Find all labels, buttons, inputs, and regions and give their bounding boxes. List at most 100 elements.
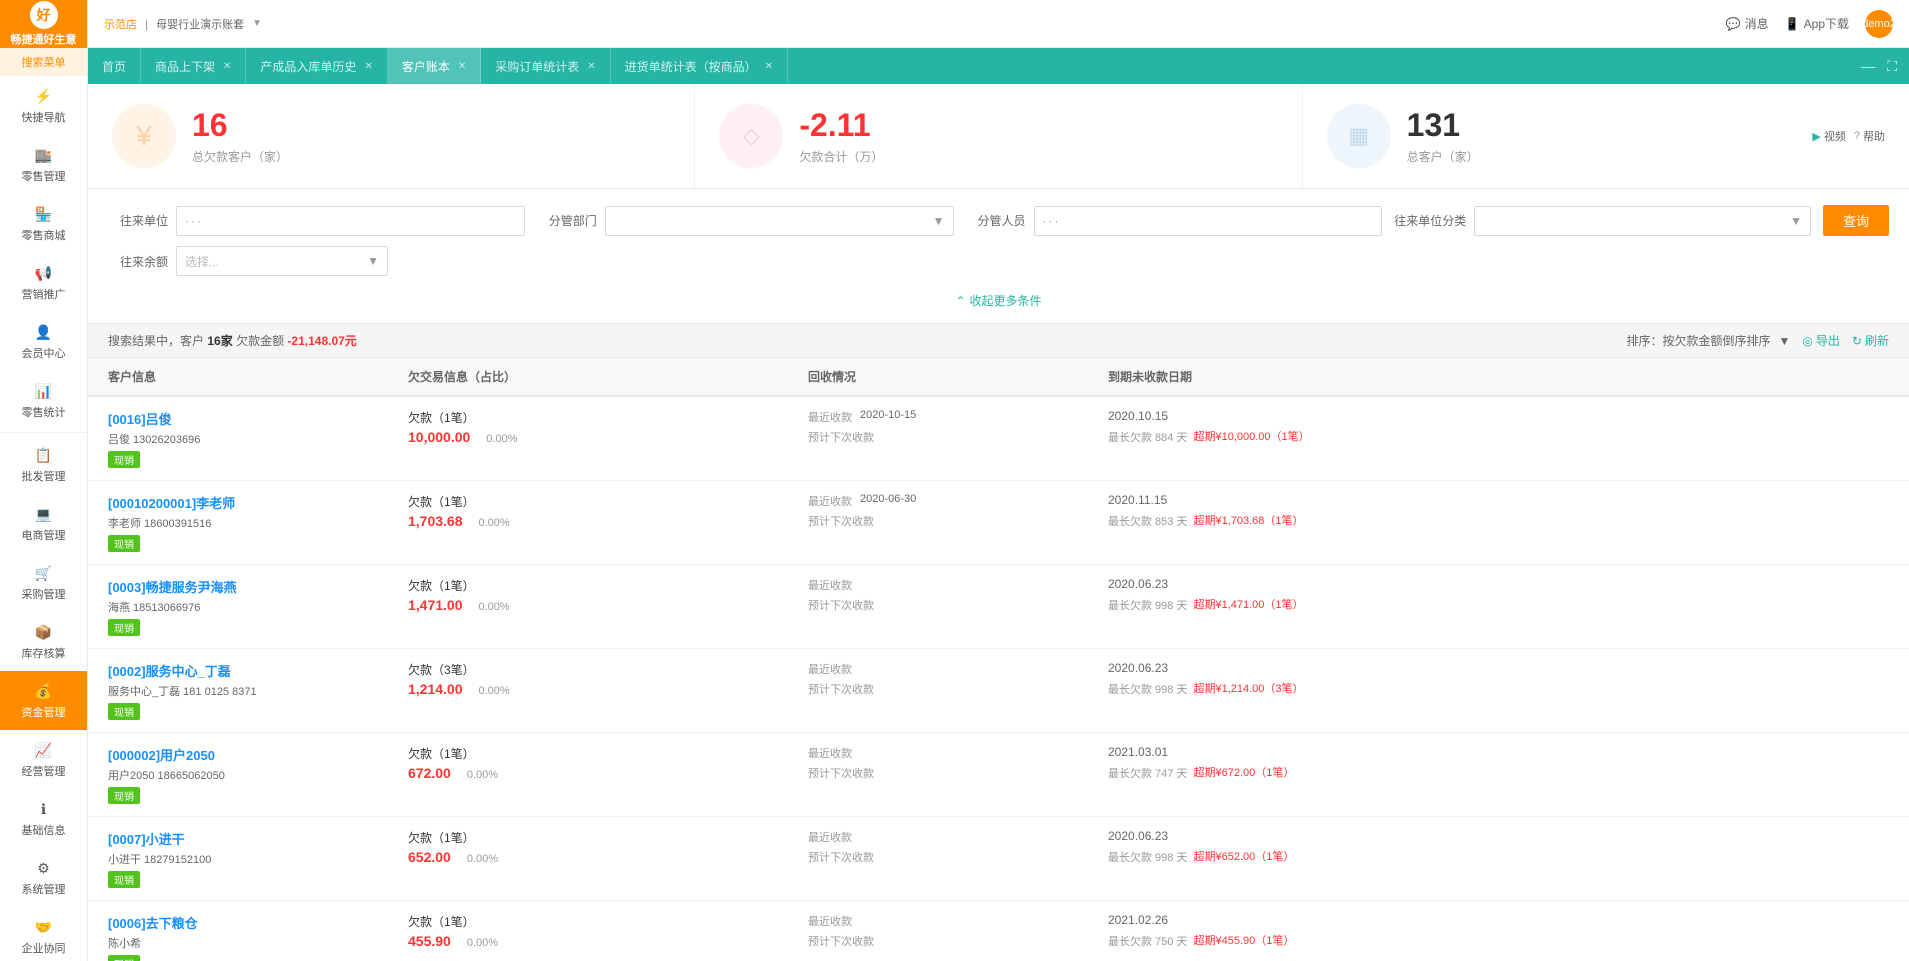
recovery-info-5: 最近收款 预计下次收款 (808, 829, 1108, 865)
tab-close-purchase-order[interactable]: ✕ (587, 61, 595, 72)
customer-name-5[interactable]: [0007]小进干 (108, 829, 408, 848)
retail-mall-icon: 🏪 (34, 204, 54, 224)
quick-nav-icon: ⚡ (34, 86, 54, 106)
marketing-icon: 📢 (34, 263, 54, 283)
customer-info-5: [0007]小进干 小进干 18279152100 现销 (108, 829, 408, 888)
recovery-info-0: 最近收款 2020-10-15 预计下次收款 (808, 409, 1108, 445)
breadcrumb-home[interactable]: 示范店 (104, 16, 137, 32)
logo-text: 畅捷通好生意 (11, 31, 77, 47)
search-menu[interactable]: 搜索菜单 (0, 48, 87, 76)
tab-customer-account[interactable]: 客户账本 ✕ (388, 48, 481, 84)
tab-production-history[interactable]: 产成品入库单历史 ✕ (246, 48, 387, 84)
overdue-link-2[interactable]: 超期¥1,471.00（1笔） (1193, 596, 1303, 612)
video-btn[interactable]: ▶ 视频 (1812, 128, 1845, 144)
collapse-btn[interactable]: ⌃ 收起更多条件 (108, 286, 1889, 315)
message-btn[interactable]: 💬 消息 (1726, 15, 1769, 32)
export-btn[interactable]: ◎ 导出 (1802, 332, 1840, 349)
batch-mgmt-icon: 📋 (34, 445, 54, 465)
total-arrears-info: -2.11 欠款合计（万） (799, 107, 1277, 165)
customer-info-6: [0006]去下粮仓 陈小希 现销 (108, 913, 408, 961)
app-download-btn[interactable]: 📱 App下载 (1785, 15, 1849, 32)
sidebar-item-retail-stats[interactable]: 📊 零售统计 (0, 371, 87, 430)
customer-name-6[interactable]: [0006]去下粮仓 (108, 913, 408, 932)
customer-name-0[interactable]: [0016]吕俊 (108, 409, 408, 428)
tab-purchase-stats[interactable]: 进货单统计表（按商品） ✕ (611, 48, 788, 84)
balance-label: 往来余额 (108, 253, 168, 270)
sidebar-item-batch-mgmt[interactable]: 📋 批发管理 (0, 435, 87, 494)
results-actions: 排序：按欠款金额倒序排序 ▼ ◎ 导出 ↻ 刷新 (1627, 332, 1889, 349)
arrears-customers-value: 16 (192, 107, 670, 144)
tab-close-customer-account[interactable]: ✕ (458, 61, 466, 72)
filter-department: 分管部门 ▼ (537, 206, 954, 236)
filter-manager: 分管人员 ··· (966, 206, 1383, 236)
tab-close-production-history[interactable]: ✕ (364, 61, 372, 72)
total-arrears-label: 欠款合计（万） (799, 148, 1277, 165)
from-unit-input[interactable]: ··· (176, 206, 525, 236)
sidebar-item-capital[interactable]: 💰 资金管理 (0, 671, 87, 730)
tab-bar: 首页 商品上下架 ✕ 产成品入库单历史 ✕ 客户账本 ✕ 采购订单统计表 ✕ 进… (88, 48, 1909, 84)
department-select[interactable]: ▼ (605, 206, 954, 236)
debt-info-6: 欠款（1笔） 455.90 0.00% (408, 913, 808, 949)
sidebar-item-retail-mall[interactable]: 🏪 零售商城 (0, 194, 87, 253)
sidebar-item-ecommerce[interactable]: 💻 电商管理 (0, 494, 87, 553)
user-avatar[interactable]: demo2 (1865, 10, 1893, 38)
sidebar-item-member[interactable]: 👤 会员中心 (0, 312, 87, 371)
arrears-customers-label: 总欠款客户（家） (192, 148, 670, 165)
tab-minimize-btn[interactable]: — (1857, 54, 1879, 78)
help-btn[interactable]: ? 帮助 (1854, 128, 1885, 144)
overdue-link-6[interactable]: 超期¥455.90（1笔） (1193, 932, 1294, 948)
customer-name-4[interactable]: [000002]用户2050 (108, 745, 408, 764)
manager-input[interactable]: ··· (1034, 206, 1383, 236)
debt-percent-0: 0.00% (486, 433, 517, 445)
operations-icon: 📈 (34, 740, 54, 760)
overdue-link-1[interactable]: 超期¥1,703.68（1笔） (1193, 512, 1303, 528)
customer-contact-0: 吕俊 13026203696 (108, 431, 408, 447)
logo-area: 好 畅捷通好生意 (0, 0, 87, 48)
sort-select[interactable]: 排序：按欠款金额倒序排序 ▼ (1627, 332, 1791, 349)
sidebar-item-retail-mgmt[interactable]: 🏬 零售管理 (0, 135, 87, 194)
total-customers-info: 131 总客户（家） (1407, 107, 1797, 165)
arrears-customers-icon: ¥ (112, 104, 176, 168)
balance-select[interactable]: 选择... ▼ (176, 246, 388, 276)
search-button[interactable]: 查询 (1823, 205, 1889, 236)
ecommerce-icon: 💻 (34, 504, 54, 524)
sidebar-item-marketing[interactable]: 📢 营销推广 (0, 253, 87, 312)
sidebar-item-operations[interactable]: 📈 经营管理 (0, 730, 87, 789)
total-customers-label: 总客户（家） (1407, 148, 1797, 165)
unit-category-select[interactable]: ▼ (1474, 206, 1811, 236)
tab-products-offline[interactable]: 商品上下架 ✕ (141, 48, 246, 84)
refresh-btn[interactable]: ↻ 刷新 (1852, 332, 1889, 349)
debt-info-1: 欠款（1笔） 1,703.68 0.00% (408, 493, 808, 529)
table-row: [0003]畅捷服务尹海燕 海燕 18513066976 现销 欠款（1笔） 1… (88, 565, 1909, 649)
sidebar-item-enterprise[interactable]: 🤝 企业协同 (0, 907, 87, 961)
chevron-up-icon: ⌃ (955, 294, 965, 308)
filter-balance: 往来余额 选择... ▼ (108, 246, 388, 276)
overdue-link-5[interactable]: 超期¥652.00（1笔） (1193, 848, 1294, 864)
sidebar-item-purchase[interactable]: 🛒 采购管理 (0, 553, 87, 612)
customer-tag-1: 现销 (108, 535, 140, 552)
tab-purchase-order[interactable]: 采购订单统计表 ✕ (481, 48, 610, 84)
tab-close-purchase-stats[interactable]: ✕ (765, 61, 773, 72)
customer-name-3[interactable]: [0002]服务中心_丁磊 (108, 661, 408, 680)
filter-area: 往来单位 ··· 分管部门 ▼ 分管人员 ··· (88, 189, 1909, 324)
col-customer-info: 客户信息 (108, 368, 408, 385)
customer-name-2[interactable]: [0003]畅捷服务尹海燕 (108, 577, 408, 596)
tab-maximize-btn[interactable]: ⛶ (1883, 54, 1901, 79)
recovery-info-1: 最近收款 2020-06-30 预计下次收款 (808, 493, 1108, 529)
col-debt-info: 欠交易信息（占比） (408, 368, 808, 385)
sort-caret-icon: ▼ (1779, 334, 1791, 348)
sidebar-item-quick-nav[interactable]: ⚡ 快捷导航 (0, 76, 87, 135)
overdue-link-4[interactable]: 超期¥672.00（1笔） (1193, 764, 1294, 780)
customer-name-1[interactable]: [00010200001]李老师 (108, 493, 408, 512)
tab-home[interactable]: 首页 (88, 48, 141, 84)
table-row: [000002]用户2050 用户2050 18665062050 现销 欠款（… (88, 733, 1909, 817)
overdue-link-3[interactable]: 超期¥1,214.00（3笔） (1193, 680, 1303, 696)
recovery-info-4: 最近收款 预计下次收款 (808, 745, 1108, 781)
table-row: [0002]服务中心_丁磊 服务中心_丁磊 181 0125 8371 现销 欠… (88, 649, 1909, 733)
overdue-link-0[interactable]: 超期¥10,000.00（1笔） (1193, 428, 1309, 444)
sidebar-item-system[interactable]: ⚙ 系统管理 (0, 848, 87, 907)
tab-close-products-offline[interactable]: ✕ (223, 61, 231, 72)
dropdown-arrow[interactable]: ▼ (252, 18, 262, 29)
sidebar-item-basic-info[interactable]: ℹ 基础信息 (0, 789, 87, 848)
sidebar-item-inventory[interactable]: 📦 库存核算 (0, 612, 87, 671)
